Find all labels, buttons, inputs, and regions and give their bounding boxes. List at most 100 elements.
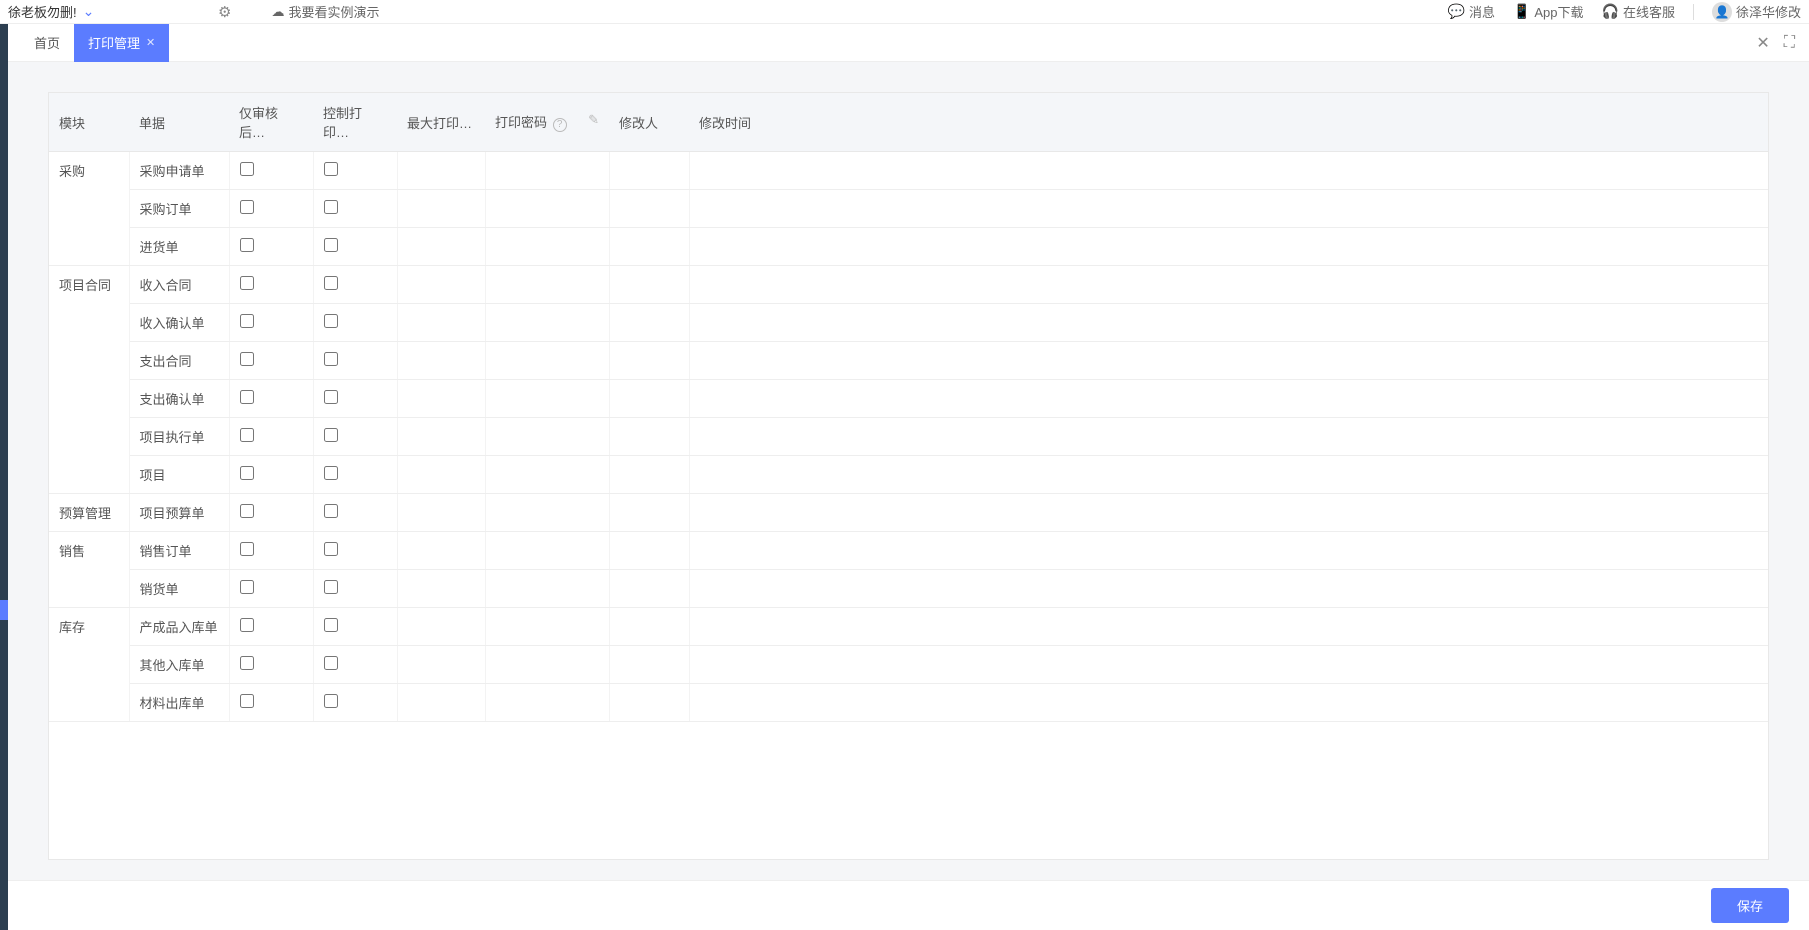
- th-max-print: 最大打印…: [397, 93, 485, 152]
- company-name: 徐老板勿删!: [8, 2, 77, 21]
- modify-time-cell: [689, 684, 1768, 722]
- edit-icon[interactable]: ✎: [588, 112, 599, 128]
- control-print-cell: [313, 380, 397, 418]
- table-row: 销货单: [49, 570, 1768, 608]
- control-print-checkbox[interactable]: [324, 390, 338, 404]
- table-row: 项目合同收入合同: [49, 266, 1768, 304]
- control-print-checkbox[interactable]: [324, 504, 338, 518]
- after-audit-checkbox[interactable]: [240, 200, 254, 214]
- th-password-label: 打印密码: [495, 115, 547, 130]
- footer-bar: 保存: [8, 880, 1809, 930]
- after-audit-checkbox[interactable]: [240, 314, 254, 328]
- after-audit-checkbox[interactable]: [240, 656, 254, 670]
- password-cell: [485, 608, 609, 646]
- after-audit-cell: [229, 532, 313, 570]
- main-area: 首页 打印管理 ✕ ✕ ⛶: [8, 24, 1809, 930]
- control-print-checkbox[interactable]: [324, 466, 338, 480]
- tab-home[interactable]: 首页: [20, 24, 74, 62]
- after-audit-checkbox[interactable]: [240, 580, 254, 594]
- modify-time-cell: [689, 342, 1768, 380]
- after-audit-cell: [229, 266, 313, 304]
- after-audit-checkbox[interactable]: [240, 352, 254, 366]
- tab-home-label: 首页: [34, 33, 60, 52]
- messages-link[interactable]: 💬 消息: [1448, 2, 1495, 21]
- table-row: 采购订单: [49, 190, 1768, 228]
- table-row: 预算管理项目预算单: [49, 494, 1768, 532]
- app-download-link[interactable]: 📱 App下载: [1513, 2, 1584, 21]
- table-body: 采购采购申请单采购订单进货单项目合同收入合同收入确认单支出合同支出确认单项目执行…: [49, 152, 1768, 722]
- doc-cell: 进货单: [129, 228, 229, 266]
- control-print-checkbox[interactable]: [324, 580, 338, 594]
- password-cell: [485, 456, 609, 494]
- table-row: 收入确认单: [49, 304, 1768, 342]
- after-audit-checkbox[interactable]: [240, 618, 254, 632]
- close-icon[interactable]: ✕: [146, 36, 155, 49]
- support-label: 在线客服: [1623, 2, 1675, 21]
- sidebar-active-marker: [0, 600, 8, 620]
- after-audit-checkbox[interactable]: [240, 162, 254, 176]
- tab-print-management[interactable]: 打印管理 ✕: [74, 24, 169, 62]
- user-menu[interactable]: 👤 徐泽华修改: [1712, 2, 1801, 22]
- control-print-checkbox[interactable]: [324, 314, 338, 328]
- after-audit-checkbox[interactable]: [240, 542, 254, 556]
- modifier-cell: [609, 494, 689, 532]
- help-icon[interactable]: ?: [553, 118, 567, 132]
- modifier-cell: [609, 570, 689, 608]
- control-print-cell: [313, 570, 397, 608]
- th-after-audit: 仅审核后…: [229, 93, 313, 152]
- after-audit-checkbox[interactable]: [240, 694, 254, 708]
- table-row: 支出确认单: [49, 380, 1768, 418]
- control-print-checkbox[interactable]: [324, 618, 338, 632]
- table-row: 项目执行单: [49, 418, 1768, 456]
- after-audit-checkbox[interactable]: [240, 504, 254, 518]
- control-print-checkbox[interactable]: [324, 276, 338, 290]
- after-audit-checkbox[interactable]: [240, 466, 254, 480]
- sidebar-collapsed[interactable]: [0, 24, 8, 930]
- user-name: 徐泽华修改: [1736, 2, 1801, 21]
- modifier-cell: [609, 418, 689, 456]
- control-print-cell: [313, 190, 397, 228]
- modify-time-cell: [689, 190, 1768, 228]
- max-print-cell: [397, 532, 485, 570]
- after-audit-cell: [229, 228, 313, 266]
- after-audit-checkbox[interactable]: [240, 238, 254, 252]
- doc-cell: 支出确认单: [129, 380, 229, 418]
- content-area: 模块 单据 仅审核后… 控制打印… 最大打印… 打印密码 ? ✎: [8, 62, 1809, 880]
- module-cell: 库存: [49, 608, 129, 722]
- close-all-button[interactable]: ✕: [1756, 33, 1769, 53]
- doc-cell: 材料出库单: [129, 684, 229, 722]
- control-print-checkbox[interactable]: [324, 352, 338, 366]
- th-modify-time: 修改时间: [689, 93, 1768, 152]
- table-scroll[interactable]: 模块 单据 仅审核后… 控制打印… 最大打印… 打印密码 ? ✎: [49, 93, 1768, 859]
- after-audit-cell: [229, 456, 313, 494]
- after-audit-checkbox[interactable]: [240, 428, 254, 442]
- support-link[interactable]: 🎧 在线客服: [1602, 2, 1675, 21]
- modifier-cell: [609, 380, 689, 418]
- control-print-checkbox[interactable]: [324, 428, 338, 442]
- control-print-cell: [313, 418, 397, 456]
- modify-time-cell: [689, 608, 1768, 646]
- max-print-cell: [397, 456, 485, 494]
- modify-time-cell: [689, 418, 1768, 456]
- control-print-checkbox[interactable]: [324, 162, 338, 176]
- gear-icon[interactable]: ⚙: [218, 3, 231, 21]
- fullscreen-button[interactable]: ⛶: [1784, 34, 1795, 52]
- modifier-cell: [609, 304, 689, 342]
- control-print-cell: [313, 494, 397, 532]
- modifier-cell: [609, 646, 689, 684]
- control-print-checkbox[interactable]: [324, 542, 338, 556]
- save-button[interactable]: 保存: [1711, 888, 1789, 923]
- doc-cell: 项目预算单: [129, 494, 229, 532]
- after-audit-cell: [229, 342, 313, 380]
- modifier-cell: [609, 608, 689, 646]
- phone-icon: 📱: [1513, 3, 1530, 20]
- after-audit-checkbox[interactable]: [240, 390, 254, 404]
- control-print-checkbox[interactable]: [324, 656, 338, 670]
- after-audit-checkbox[interactable]: [240, 276, 254, 290]
- control-print-checkbox[interactable]: [324, 238, 338, 252]
- control-print-checkbox[interactable]: [324, 200, 338, 214]
- demo-link[interactable]: ☁ 我要看实例演示: [271, 2, 379, 21]
- password-cell: [485, 342, 609, 380]
- company-selector[interactable]: 徐老板勿删! ⌄: [8, 2, 208, 21]
- control-print-checkbox[interactable]: [324, 694, 338, 708]
